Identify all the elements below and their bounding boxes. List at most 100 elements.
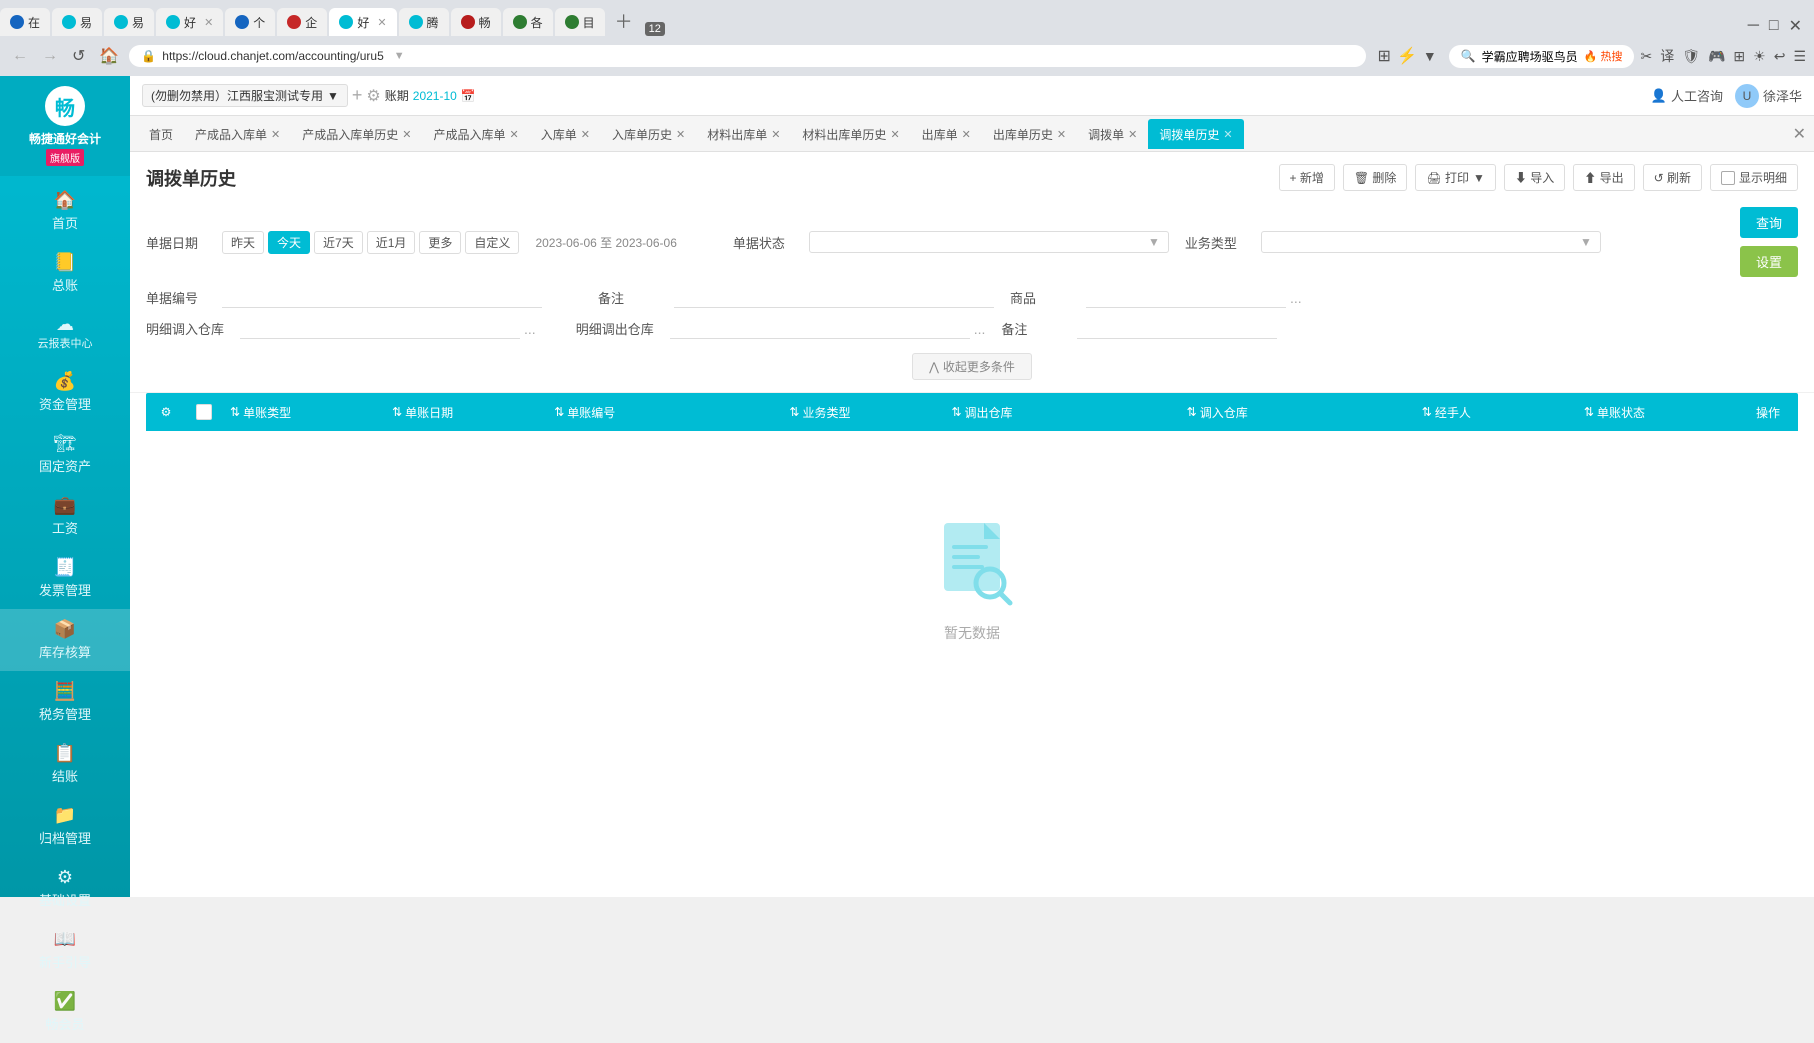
display-cols-btn[interactable]: 显示明细	[1710, 164, 1798, 191]
browser-tab-1[interactable]: 在	[0, 8, 50, 36]
tab-out-hist[interactable]: 出库单历史 ✕	[982, 119, 1077, 149]
th-type[interactable]: ⇅ 单账类型	[222, 404, 384, 421]
sidebar-item-basic[interactable]: ⚙ 基础设置	[0, 857, 130, 919]
date-more-btn[interactable]: 更多	[419, 231, 461, 254]
tab-mat-out-hist-close[interactable]: ✕	[890, 128, 899, 141]
shield-icon[interactable]: 🛡	[1682, 48, 1700, 65]
account-selector[interactable]: (勿删勿禁用）江西服宝测试专用 ▼	[142, 84, 348, 107]
th-status[interactable]: ⇅ 单账状态	[1576, 404, 1738, 421]
delete-btn[interactable]: 🗑 删除	[1343, 164, 1408, 191]
browser-tab-8[interactable]: 腾	[399, 8, 449, 36]
goods-input[interactable]	[1086, 287, 1286, 308]
sidebar-item-ledger[interactable]: 📒 总账	[0, 242, 130, 304]
date-yesterday-btn[interactable]: 昨天	[222, 231, 264, 254]
scissors-icon[interactable]: ✂	[1640, 48, 1652, 65]
tab-prod-in2[interactable]: 产成品入库单 ✕	[422, 119, 529, 149]
tab-prod-in-close[interactable]: ✕	[271, 128, 280, 141]
undo-icon[interactable]: ↩	[1774, 48, 1786, 65]
browser-tab-3[interactable]: 易	[104, 8, 154, 36]
sidebar-item-archive[interactable]: 📁 归档管理	[0, 795, 130, 857]
back-btn[interactable]: ←	[8, 45, 32, 67]
query-btn[interactable]: 查询	[1740, 207, 1798, 238]
new-tab-button[interactable]: ＋	[607, 8, 641, 34]
translate-icon[interactable]: 译	[1660, 46, 1674, 66]
lightning-icon[interactable]: ⚡	[1397, 46, 1417, 66]
tab-out-hist-close[interactable]: ✕	[1057, 128, 1066, 141]
collapse-btn[interactable]: ⋀ 收起更多条件	[912, 353, 1032, 380]
detail-in-input[interactable]	[240, 318, 520, 339]
maximize-btn[interactable]: □	[1769, 17, 1779, 35]
import-btn[interactable]: ⬇ 导入	[1504, 164, 1565, 191]
grid-icon[interactable]: ⊞	[1378, 46, 1391, 66]
date-7days-btn[interactable]: 近7天	[314, 231, 363, 254]
forward-btn[interactable]: →	[38, 45, 62, 67]
tab-transfer[interactable]: 调拨单 ✕	[1077, 119, 1148, 149]
tab-close-7[interactable]: ✕	[377, 16, 386, 29]
tab-prod-in-hist-close[interactable]: ✕	[402, 128, 411, 141]
tab-prod-in[interactable]: 产成品入库单 ✕	[184, 119, 291, 149]
sidebar-item-payroll[interactable]: 💼 工资	[0, 485, 130, 547]
sidebar-item-home[interactable]: 🏠 首页	[0, 180, 130, 242]
sun-icon[interactable]: ☀	[1753, 48, 1766, 65]
browser-tab-6[interactable]: 企	[277, 8, 327, 36]
tab-mat-out[interactable]: 材料出库单 ✕	[696, 119, 791, 149]
date-custom-btn[interactable]: 自定义	[465, 231, 519, 254]
tab-in[interactable]: 入库单 ✕	[530, 119, 601, 149]
layout-icon[interactable]: ⊞	[1733, 48, 1745, 65]
browser-tab-4[interactable]: 好 ✕	[156, 8, 223, 36]
remark2-input[interactable]	[1077, 318, 1277, 339]
tab-out[interactable]: 出库单 ✕	[911, 119, 982, 149]
menu-icon[interactable]: ☰	[1793, 48, 1806, 65]
browser-tab-7[interactable]: 好 ✕	[329, 8, 396, 36]
sidebar-item-inventory[interactable]: 📦 库存核算	[0, 609, 130, 671]
sidebar-item-closing[interactable]: 📋 结账	[0, 733, 130, 795]
period-selector[interactable]: 账期 2021-10 📅	[385, 87, 476, 104]
tab-in-hist[interactable]: 入库单历史 ✕	[601, 119, 696, 149]
sidebar-item-guide[interactable]: 📖 新手引导	[0, 919, 130, 981]
tab-mat-out-close[interactable]: ✕	[771, 128, 780, 141]
th-check[interactable]	[186, 404, 222, 420]
th-settings[interactable]: ⚙	[146, 405, 186, 419]
browser-tab-2[interactable]: 易	[52, 8, 102, 36]
browser-tab-9[interactable]: 畅	[451, 8, 501, 36]
tab-transfer-close[interactable]: ✕	[1128, 128, 1137, 141]
refresh-btn[interactable]: ↺	[68, 44, 89, 68]
th-date[interactable]: ⇅ 单账日期	[384, 404, 546, 421]
home-btn[interactable]: 🏠	[95, 44, 123, 68]
sidebar-item-tax[interactable]: 🧮 税务管理	[0, 671, 130, 733]
date-1month-btn[interactable]: 近1月	[367, 231, 416, 254]
tab-home[interactable]: 首页	[138, 119, 184, 149]
tab-out-close[interactable]: ✕	[962, 128, 971, 141]
minimize-btn[interactable]: ─	[1748, 17, 1759, 35]
sidebar-item-finance[interactable]: 💰 资金管理	[0, 361, 130, 423]
th-out[interactable]: ⇅ 调出仓库	[943, 404, 1178, 421]
goods-ellipsis-btn[interactable]: ...	[1290, 290, 1302, 306]
select-all-checkbox[interactable]	[196, 404, 212, 420]
detail-out-ellipsis-btn[interactable]: ...	[974, 321, 986, 337]
tab-transfer-hist-close[interactable]: ✕	[1223, 128, 1232, 141]
account-settings-icon[interactable]: ⚙	[366, 86, 380, 106]
sidebar-item-invoice[interactable]: 🧾 发票管理	[0, 547, 130, 609]
sidebar-item-member[interactable]: ✅ 畅会员	[0, 981, 130, 1043]
th-handler[interactable]: ⇅ 经手人	[1414, 404, 1576, 421]
biz-type-select[interactable]: ▼	[1261, 231, 1601, 253]
remark-input[interactable]	[674, 287, 994, 308]
browser-tab-5[interactable]: 个	[225, 8, 275, 36]
tab-in-close[interactable]: ✕	[581, 128, 590, 141]
browser-tab-10[interactable]: 各	[503, 8, 553, 36]
search-bar[interactable]: 🔍 学霸应聘场驱鸟员 🔥 热搜	[1449, 45, 1635, 68]
date-today-btn[interactable]: 今天	[268, 231, 310, 254]
settings-btn[interactable]: 设置	[1740, 246, 1798, 277]
detail-in-ellipsis-btn[interactable]: ...	[524, 321, 536, 337]
browser-tab-11[interactable]: 目	[555, 8, 605, 36]
sidebar-item-report[interactable]: ☁ 云报表中心	[0, 304, 130, 361]
th-num[interactable]: ⇅ 单账编号	[546, 404, 781, 421]
tab-transfer-hist[interactable]: 调拨单历史 ✕	[1148, 119, 1243, 149]
new-btn[interactable]: + 新增	[1279, 164, 1335, 191]
customer-service-btn[interactable]: 👤 人工咨询	[1651, 86, 1723, 105]
add-account-btn[interactable]: +	[352, 85, 363, 106]
th-in[interactable]: ⇅ 调入仓库	[1179, 404, 1414, 421]
url-bar[interactable]: 🔒 https://cloud.chanjet.com/accounting/u…	[129, 45, 1365, 67]
addr-expand-icon[interactable]: ▼	[1423, 48, 1437, 64]
tab-in-hist-close[interactable]: ✕	[676, 128, 685, 141]
